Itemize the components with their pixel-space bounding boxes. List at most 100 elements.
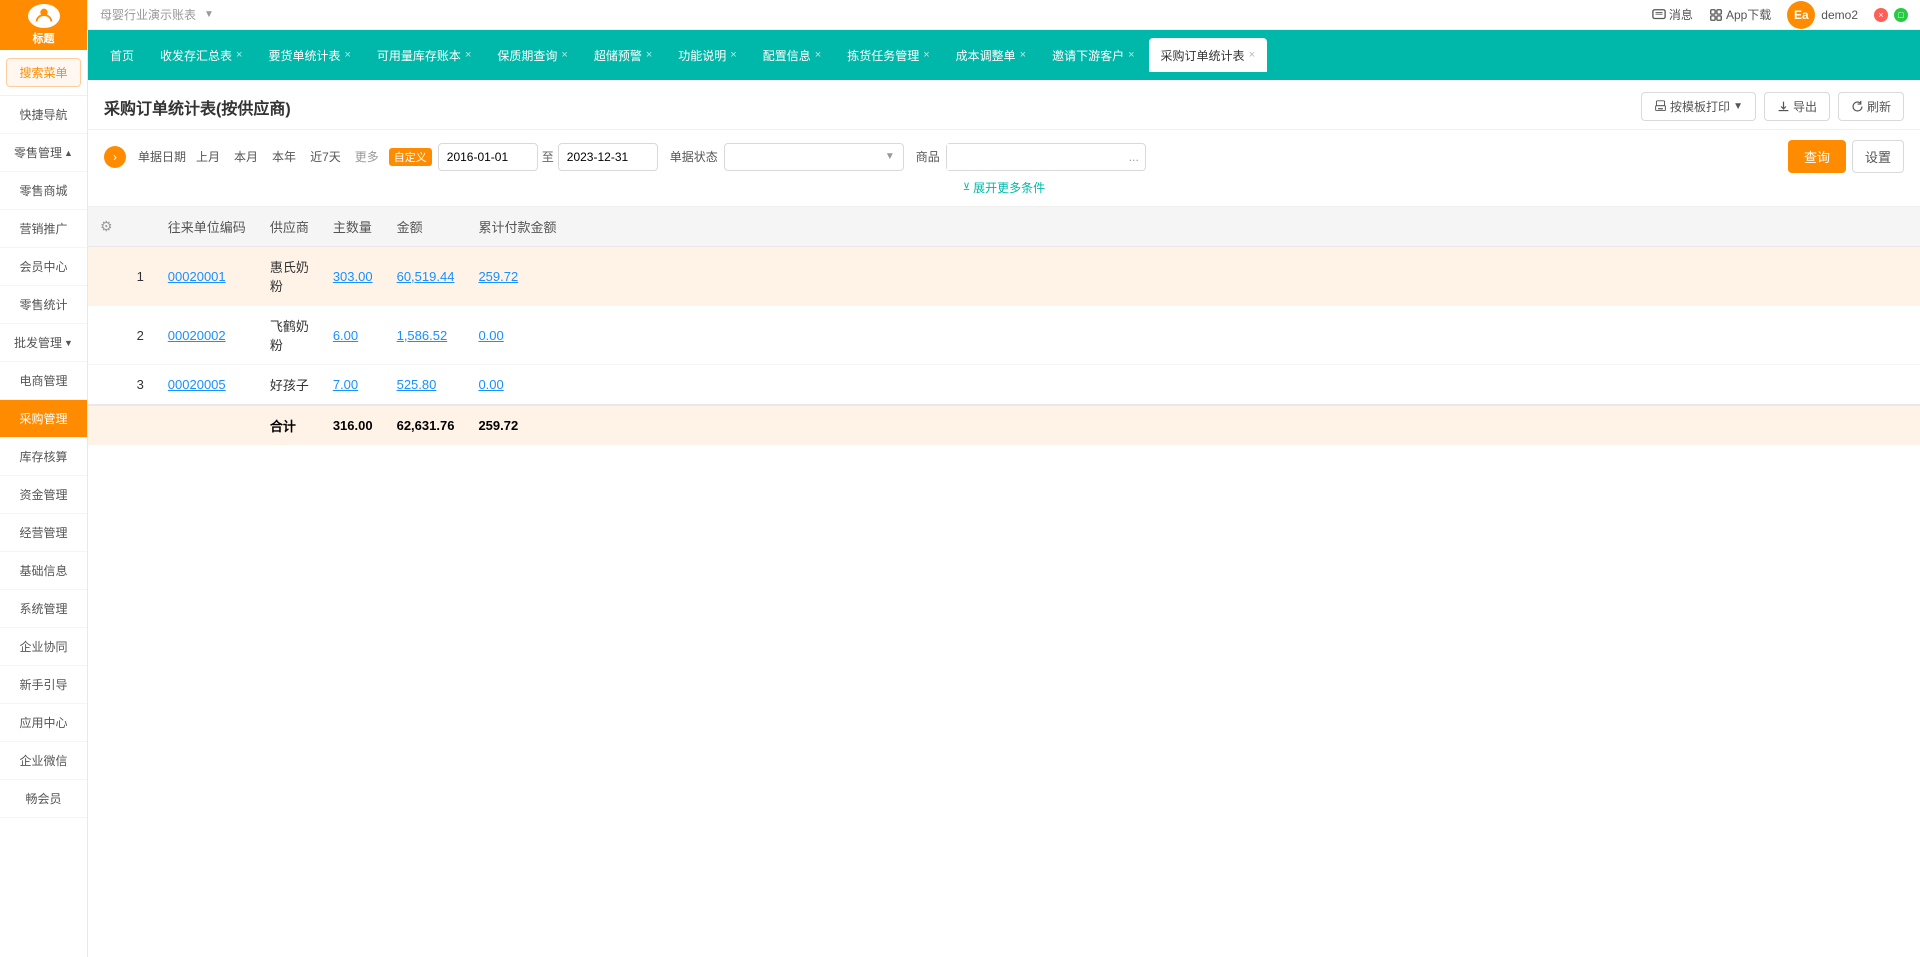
sidebar-item-inventory[interactable]: 库存核算: [0, 438, 87, 476]
date-shortcuts: 上月 本月 本年 近7天 更多: [192, 146, 383, 167]
tab-warranty-query[interactable]: 保质期查询 ×: [485, 38, 579, 72]
row-paid-amount-cell[interactable]: 0.00: [466, 365, 568, 406]
date-shortcut-more[interactable]: 更多: [351, 146, 383, 167]
tab-cost-adjust[interactable]: 成本调整单 ×: [944, 38, 1038, 72]
row-main-qty-cell[interactable]: 6.00: [321, 306, 385, 365]
row-paid-amount-cell[interactable]: 259.72: [466, 247, 568, 306]
sidebar-item-finance[interactable]: 资金管理: [0, 476, 87, 514]
sidebar-item-enterprise-wechat[interactable]: 企业微信: [0, 742, 87, 780]
sidebar-item-new-guide[interactable]: 新手引导: [0, 666, 87, 704]
row-main-qty-cell[interactable]: 303.00: [321, 247, 385, 306]
sidebar-item-wholesale[interactable]: 批发管理 ▼: [0, 324, 87, 362]
query-button[interactable]: 查询: [1788, 140, 1846, 173]
date-shortcut-this-year[interactable]: 本年: [268, 146, 300, 167]
win-close-button[interactable]: ×: [1874, 8, 1888, 22]
topbar: 首页 收发存汇总表 × 要货单统计表 × 可用量库存账本 × 保质期查询 × 超…: [88, 30, 1920, 80]
refresh-button[interactable]: 刷新: [1838, 92, 1904, 121]
filter-toggle-button[interactable]: ›: [104, 146, 126, 168]
page-content: 采购订单统计表(按供应商) 按模板打印 ▼ 导出: [88, 80, 1920, 957]
sidebar-item-purchase[interactable]: 采购管理: [0, 400, 87, 438]
tab-func-desc[interactable]: 功能说明 ×: [666, 38, 748, 72]
sidebar-item-member[interactable]: 会员中心: [0, 248, 87, 286]
print-icon: [1654, 100, 1667, 113]
date-from-input[interactable]: [438, 143, 538, 171]
industry-label: 母婴行业演示账表: [100, 6, 196, 23]
footer-amount: 62,631.76: [385, 405, 467, 445]
date-shortcut-7days[interactable]: 近7天: [306, 146, 345, 167]
row-paid-amount-cell[interactable]: 0.00: [466, 306, 568, 365]
tab-overstock-warning[interactable]: 超储预警 ×: [582, 38, 664, 72]
sidebar: 标题 搜索菜单 快捷导航 零售管理 ▲ 零售商城 营销推广 会员中心 零售统计 …: [0, 0, 88, 957]
sidebar-item-retail-store[interactable]: 零售商城: [0, 172, 87, 210]
date-shortcut-last-month[interactable]: 上月: [192, 146, 224, 167]
close-cost-adjust-icon[interactable]: ×: [1020, 49, 1026, 61]
win-maximize-button[interactable]: □: [1894, 8, 1908, 22]
sidebar-item-marketing[interactable]: 营销推广: [0, 210, 87, 248]
col-unit-code: 往来单位编码: [156, 207, 258, 247]
sidebar-item-retail[interactable]: 零售管理 ▲: [0, 134, 87, 172]
sidebar-item-ecommerce[interactable]: 电商管理: [0, 362, 87, 400]
tab-home[interactable]: 首页: [98, 38, 146, 72]
sidebar-item-quick-nav[interactable]: 快捷导航: [0, 96, 87, 134]
date-to-input[interactable]: [558, 143, 658, 171]
app-download-button[interactable]: App下载: [1709, 6, 1771, 23]
sidebar-item-system[interactable]: 系统管理: [0, 590, 87, 628]
sidebar-item-vip-member[interactable]: 畅会员: [0, 780, 87, 818]
message-button[interactable]: 消息: [1652, 6, 1693, 23]
date-shortcut-this-month[interactable]: 本月: [230, 146, 262, 167]
print-button[interactable]: 按模板打印 ▼: [1641, 92, 1756, 121]
sidebar-item-retail-stat[interactable]: 零售统计: [0, 286, 87, 324]
footer-label: 合计: [258, 405, 321, 445]
sidebar-item-operations[interactable]: 经营管理: [0, 514, 87, 552]
logo-icon: [28, 4, 60, 28]
tab-config-info[interactable]: 配置信息 ×: [751, 38, 833, 72]
goods-more-icon[interactable]: ...: [1123, 150, 1145, 164]
close-pick-task-icon[interactable]: ×: [923, 49, 929, 61]
row-amount-cell[interactable]: 1,586.52: [385, 306, 467, 365]
custom-date-badge[interactable]: 自定义: [389, 148, 432, 166]
close-order-summary-icon[interactable]: ×: [344, 49, 350, 61]
search-menu-button[interactable]: 搜索菜单: [6, 58, 81, 87]
close-overstock-warning-icon[interactable]: ×: [646, 49, 652, 61]
sidebar-item-app-center[interactable]: 应用中心: [0, 704, 87, 742]
tab-invite-downstream[interactable]: 邀请下游客户 ×: [1040, 38, 1146, 72]
close-warranty-query-icon[interactable]: ×: [561, 49, 567, 61]
tab-receive-summary[interactable]: 收发存汇总表 ×: [148, 38, 254, 72]
main-area: 母婴行业演示账表 ▼ 消息 App下载: [88, 0, 1920, 957]
tab-purchase-summary[interactable]: 采购订单统计表 ×: [1149, 38, 1267, 72]
status-dropdown-icon: ▼: [885, 151, 895, 162]
close-purchase-summary-icon[interactable]: ×: [1249, 49, 1255, 61]
sidebar-item-basic-info[interactable]: 基础信息: [0, 552, 87, 590]
export-button[interactable]: 导出: [1764, 92, 1830, 121]
row-unit-code-cell[interactable]: 00020001: [156, 247, 258, 306]
tab-available-stock[interactable]: 可用量库存账本 ×: [365, 38, 483, 72]
page-title-bar: 采购订单统计表(按供应商) 按模板打印 ▼ 导出: [88, 80, 1920, 130]
tab-order-summary[interactable]: 要货单统计表 ×: [256, 38, 362, 72]
tab-pick-task[interactable]: 拣货任务管理 ×: [835, 38, 941, 72]
close-available-stock-icon[interactable]: ×: [465, 49, 471, 61]
close-invite-downstream-icon[interactable]: ×: [1128, 49, 1134, 61]
sidebar-item-enterprise[interactable]: 企业协同: [0, 628, 87, 666]
row-amount-cell[interactable]: 60,519.44: [385, 247, 467, 306]
filter-row-1: › 单据日期 上月 本月 本年 近7天 更多 自定义 至: [104, 140, 1904, 173]
status-select[interactable]: ▼: [724, 143, 904, 171]
row-main-qty-cell[interactable]: 7.00: [321, 365, 385, 406]
user-info[interactable]: Ea demo2: [1787, 1, 1858, 29]
close-receive-summary-icon[interactable]: ×: [236, 49, 242, 61]
expand-filters-button[interactable]: ⊻ 展开更多条件: [963, 179, 1045, 196]
settings-button[interactable]: 设置: [1852, 140, 1904, 173]
industry-dropdown-icon[interactable]: ▼: [204, 9, 214, 20]
goods-input[interactable]: [947, 144, 1123, 170]
close-config-info-icon[interactable]: ×: [815, 49, 821, 61]
row-gear-cell: [88, 365, 125, 406]
user-avatar: Ea: [1787, 1, 1815, 29]
app-logo: 标题: [0, 0, 87, 50]
row-amount-cell[interactable]: 525.80: [385, 365, 467, 406]
row-unit-code-cell[interactable]: 00020005: [156, 365, 258, 406]
row-unit-code-cell[interactable]: 00020002: [156, 306, 258, 365]
close-func-desc-icon[interactable]: ×: [730, 49, 736, 61]
table-gear-icon[interactable]: ⚙: [100, 218, 113, 234]
table-row: 1 00020001 惠氏奶粉 303.00 60,519.44 259.72: [88, 247, 1920, 306]
goods-filter-label: 商品: [916, 148, 940, 165]
print-dropdown-icon[interactable]: ▼: [1733, 101, 1743, 112]
